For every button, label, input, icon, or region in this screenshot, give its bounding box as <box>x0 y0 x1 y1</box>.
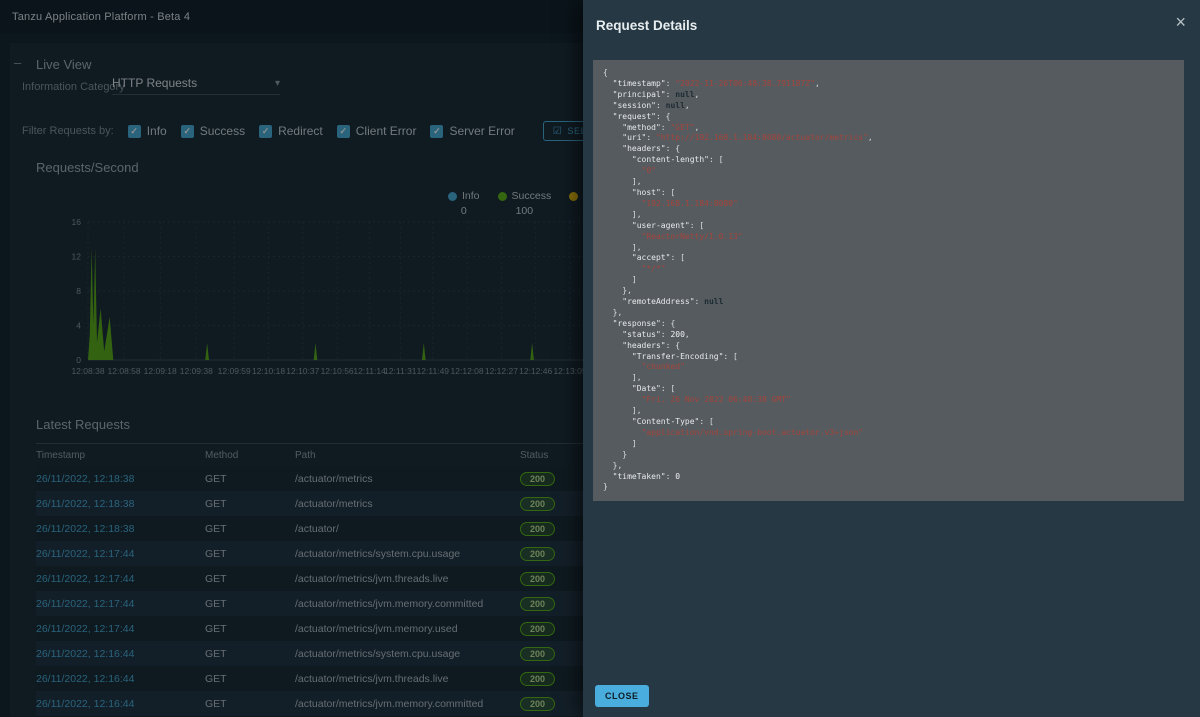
code-line: "response": { <box>603 319 1174 330</box>
code-line: ] <box>603 275 1174 286</box>
code-line: { <box>603 68 1174 79</box>
code-line: "accept": [ <box>603 253 1174 264</box>
code-line: "uri": "http://192.168.1.184:8080/actuat… <box>603 133 1174 144</box>
code-line: ], <box>603 406 1174 417</box>
code-line: "Content-Type": [ <box>603 417 1174 428</box>
code-line: } <box>603 482 1174 493</box>
code-line: ] <box>603 439 1174 450</box>
code-line: "timeTaken": 0 <box>603 472 1174 483</box>
code-line: "status": 200, <box>603 330 1174 341</box>
code-line: "headers": { <box>603 144 1174 155</box>
code-line: }, <box>603 286 1174 297</box>
code-line: "Transfer-Encoding": [ <box>603 352 1174 363</box>
code-line: }, <box>603 461 1174 472</box>
code-line: } <box>603 450 1174 461</box>
code-line: ], <box>603 373 1174 384</box>
code-line: "headers": { <box>603 341 1174 352</box>
code-line: "Fri, 26 Nov 2022 06:48:38 GMT" <box>603 395 1174 406</box>
code-line: "session": null, <box>603 101 1174 112</box>
code-line: "192.168.1.184:8080" <box>603 199 1174 210</box>
code-line: "content-length": [ <box>603 155 1174 166</box>
code-line: "method": "GET", <box>603 123 1174 134</box>
code-line: ], <box>603 210 1174 221</box>
drawer-title: Request Details <box>596 18 697 33</box>
app-root: Tanzu Application Platform - Beta 4 – Li… <box>0 0 1200 717</box>
code-line: "timestamp": "2022-11-26T06:48:38.791187… <box>603 79 1174 90</box>
request-json-code: { "timestamp": "2022-11-26T06:48:38.7911… <box>593 60 1184 501</box>
close-icon[interactable]: × <box>1175 13 1186 31</box>
request-details-drawer: Request Details × { "timestamp": "2022-1… <box>583 0 1200 717</box>
close-button[interactable]: CLOSE <box>595 685 649 707</box>
code-line: "ReactorNetty/1.0.13" <box>603 232 1174 243</box>
code-line: ], <box>603 243 1174 254</box>
code-line: "0" <box>603 166 1174 177</box>
code-line: "remoteAddress": null <box>603 297 1174 308</box>
code-line: "*/*" <box>603 264 1174 275</box>
code-line: "Date": [ <box>603 384 1174 395</box>
code-line: "application/vnd.spring-boot.actuator.v3… <box>603 428 1174 439</box>
code-line: "host": [ <box>603 188 1174 199</box>
code-line: }, <box>603 308 1174 319</box>
code-line: ], <box>603 177 1174 188</box>
code-line: "request": { <box>603 112 1174 123</box>
code-line: "principal": null, <box>603 90 1174 101</box>
code-line: "user-agent": [ <box>603 221 1174 232</box>
code-line: "chunked" <box>603 362 1174 373</box>
